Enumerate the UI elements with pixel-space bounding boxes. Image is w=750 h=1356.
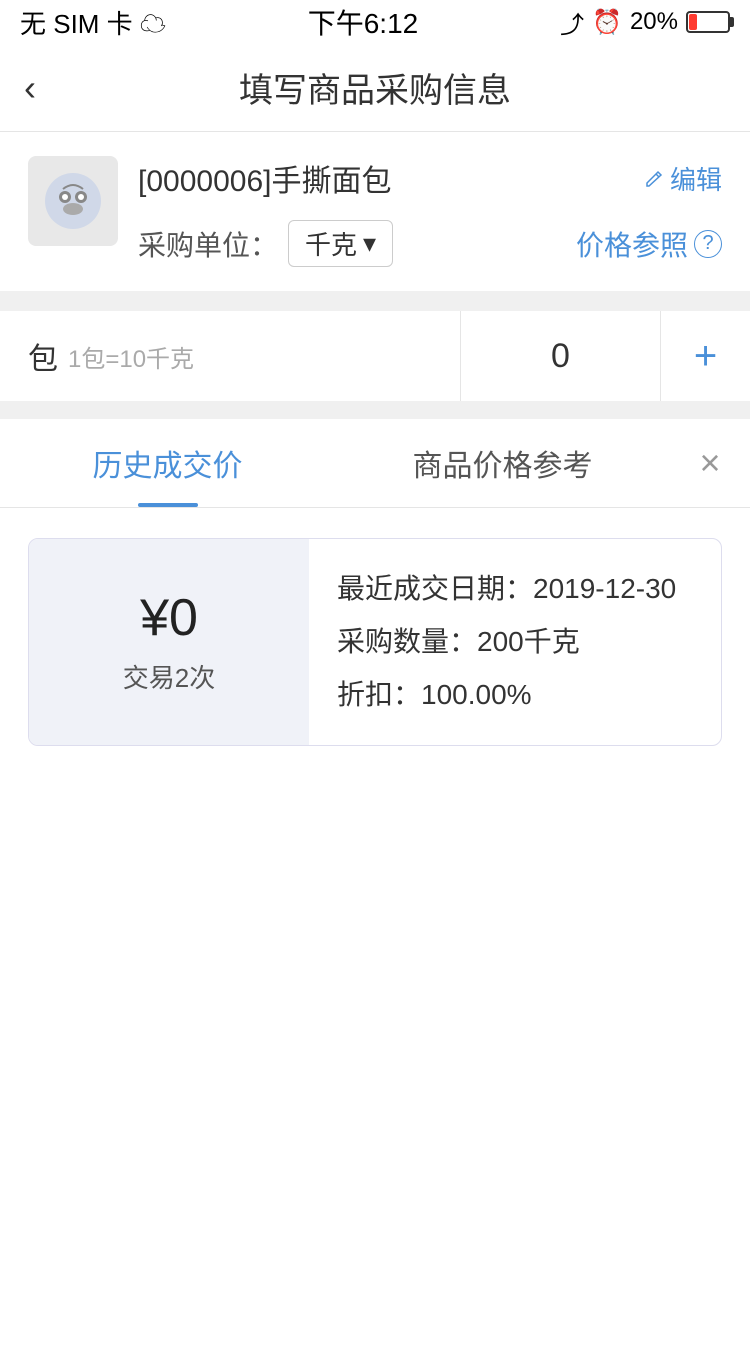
history-card-left: ¥0 交易2次 <box>29 539 309 745</box>
status-right: ⤴ ⏰ 20% <box>560 5 730 40</box>
tabs-header: 历史成交价 商品价格参考 × <box>0 419 750 508</box>
history-trades: 交易2次 <box>123 658 215 695</box>
status-time: 下午6:12 <box>308 2 419 42</box>
recent-date-value: 2019-12-30 <box>533 573 676 604</box>
quantity-plus-button[interactable]: + <box>660 311 750 401</box>
section-divider-1 <box>0 291 750 311</box>
product-name: [0000006]手撕面包 <box>138 156 391 200</box>
discount-row: 折扣：100.00% <box>337 675 693 714</box>
quantity-section: 包 1包=10千克 + <box>0 311 750 401</box>
sim-status: 无 SIM 卡 ☁ <box>20 4 166 41</box>
alarm-icon: ⏰ <box>592 8 622 37</box>
currency-symbol: ¥ <box>140 589 169 647</box>
price-ref-button[interactable]: 价格参照 ? <box>576 224 722 264</box>
product-section: [0000006]手撕面包 编辑 采购单位： 千克 ▾ <box>0 132 750 291</box>
nav-bar: ‹ 填写商品采购信息 <box>0 44 750 132</box>
product-row: [0000006]手撕面包 编辑 采购单位： 千克 ▾ <box>28 156 722 267</box>
unit-badge: 包 <box>28 334 58 378</box>
quantity-label: 采购数量： <box>337 626 477 657</box>
unit-dropdown[interactable]: 千克 ▾ <box>288 220 393 267</box>
product-logo-icon <box>43 171 103 231</box>
unit-value: 千克 <box>305 225 357 262</box>
price-value: 0 <box>169 589 198 647</box>
status-bar: 无 SIM 卡 ☁ 下午6:12 ⤴ ⏰ 20% <box>0 0 750 44</box>
unit-hint: 1包=10千克 <box>68 339 194 374</box>
status-left: 无 SIM 卡 ☁ <box>20 4 166 41</box>
tab-close-button[interactable]: × <box>670 419 750 507</box>
tab-history-price[interactable]: 历史成交价 <box>0 419 335 507</box>
battery-percent: 20% <box>630 8 678 36</box>
section-divider-2 <box>0 401 750 419</box>
quantity-controls: + <box>460 311 750 401</box>
product-thumbnail <box>28 156 118 246</box>
purchase-unit-label: 采购单位： <box>138 224 278 264</box>
history-price: ¥0 <box>140 588 198 648</box>
edit-button[interactable]: 编辑 <box>644 160 722 197</box>
tabs-section: 历史成交价 商品价格参考 × ¥0 交易2次 最近成交日期：2019-12-30… <box>0 419 750 776</box>
recent-date-row: 最近成交日期：2019-12-30 <box>337 569 693 608</box>
help-icon: ? <box>694 230 722 258</box>
page-title: 填写商品采购信息 <box>239 63 511 112</box>
recent-date-label: 最近成交日期： <box>337 573 533 604</box>
discount-value: 100.00% <box>421 679 532 710</box>
purchase-unit-left: 采购单位： 千克 ▾ <box>138 220 393 267</box>
tab-active-bar <box>138 503 198 507</box>
discount-label: 折扣： <box>337 679 421 710</box>
history-card: ¥0 交易2次 最近成交日期：2019-12-30 采购数量：200千克 折扣：… <box>28 538 722 746</box>
quantity-value: 200千克 <box>477 626 580 657</box>
tab-product-price-ref[interactable]: 商品价格参考 <box>335 419 670 507</box>
tab-content: ¥0 交易2次 最近成交日期：2019-12-30 采购数量：200千克 折扣：… <box>0 508 750 776</box>
history-card-right: 最近成交日期：2019-12-30 采购数量：200千克 折扣：100.00% <box>309 539 721 745</box>
quantity-label-wrap: 包 1包=10千克 <box>0 334 460 378</box>
back-button[interactable]: ‹ <box>24 67 36 109</box>
dropdown-arrow-icon: ▾ <box>363 228 376 259</box>
product-info: [0000006]手撕面包 编辑 采购单位： 千克 ▾ <box>138 156 722 267</box>
product-name-row: [0000006]手撕面包 编辑 <box>138 156 722 200</box>
edit-icon <box>644 167 666 189</box>
price-ref-label: 价格参照 <box>576 224 688 264</box>
bottom-space <box>0 776 750 1356</box>
location-icon: ⤴ <box>560 5 584 40</box>
purchase-unit-row: 采购单位： 千克 ▾ 价格参照 ? <box>138 220 722 267</box>
quantity-row: 采购数量：200千克 <box>337 622 693 661</box>
battery-icon <box>686 11 730 33</box>
quantity-input[interactable] <box>460 311 660 401</box>
